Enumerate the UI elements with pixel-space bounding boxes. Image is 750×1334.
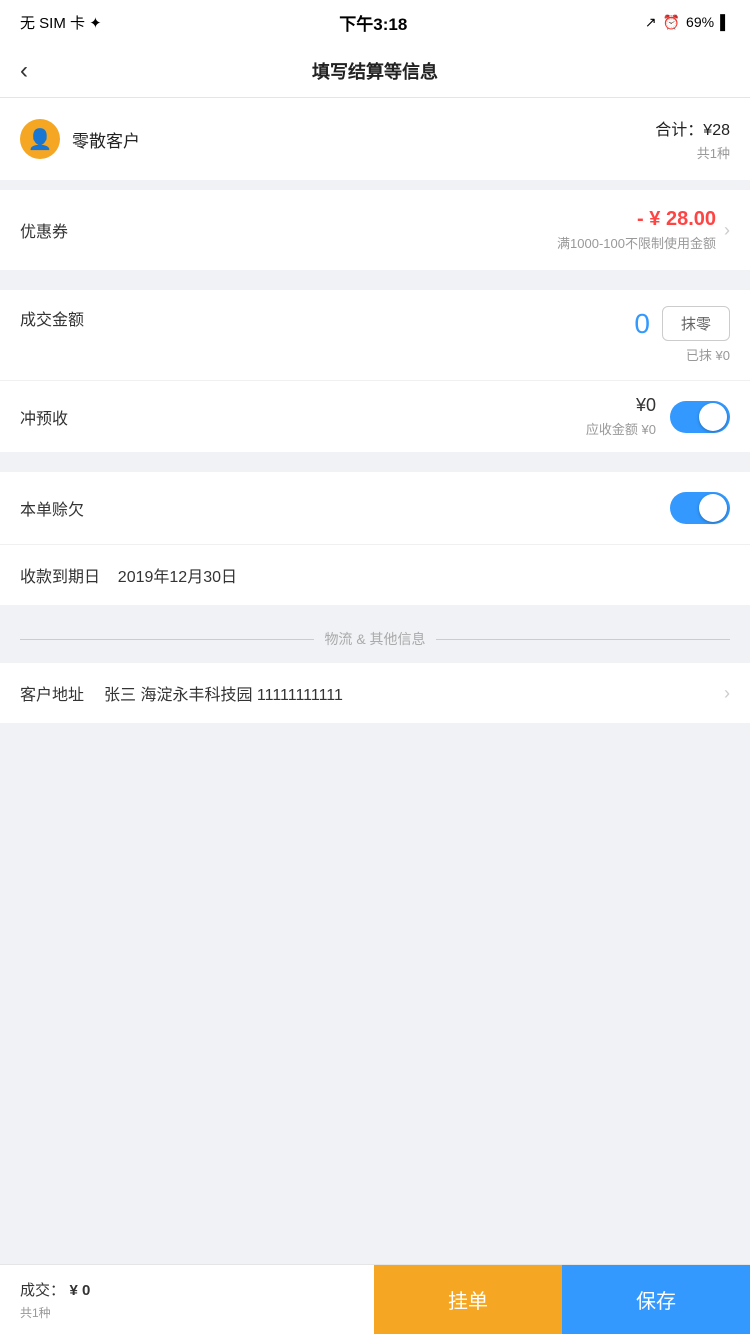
customer-avatar: 👤 [20, 119, 60, 159]
transaction-right: 0 抹零 已抹 ¥0 [634, 306, 730, 364]
coupon-chevron-icon: › [724, 220, 730, 241]
already-zero-text: 已抹 ¥0 [634, 345, 730, 364]
address-section[interactable]: 客户地址 张三 海淀永丰科技园 11111111111 › [0, 663, 750, 723]
bottom-deal-label: 成交： [20, 1282, 65, 1299]
nav-bar: ‹ 填写结算等信息 [0, 44, 750, 98]
transaction-row: 成交金额 0 抹零 已抹 ¥0 [0, 290, 750, 380]
hold-button[interactable]: 挂单 [374, 1265, 562, 1334]
due-date-title: 收款到期日 [20, 569, 100, 586]
logistics-header: 物流 & 其他信息 [0, 615, 750, 663]
transaction-section: 成交金额 0 抹零 已抹 ¥0 冲预收 ¥0 应收金额 ¥0 [0, 290, 750, 452]
page-title: 填写结算等信息 [312, 58, 438, 84]
divider-2 [0, 462, 750, 472]
bottom-spacer [0, 733, 750, 813]
back-button[interactable]: ‹ [20, 57, 28, 85]
debt-label: 本单赊欠 [20, 496, 84, 520]
prepay-label: 冲预收 [20, 405, 68, 429]
status-right: ↗ ⏰ 69% ▌ [645, 14, 730, 31]
bottom-deal-amount: ¥ 0 [69, 1282, 90, 1299]
bottom-info: 成交： ¥ 0 共1种 [0, 1279, 374, 1321]
transaction-label: 成交金额 [20, 306, 84, 330]
location-icon: ↗ [645, 14, 657, 31]
customer-info-left: 👤 零散客户 [20, 119, 140, 159]
address-label: 客户地址 [20, 681, 84, 705]
debt-toggle[interactable] [670, 492, 730, 524]
bottom-deal-row: 成交： ¥ 0 [20, 1279, 354, 1300]
prepay-row: 冲预收 ¥0 应收金额 ¥0 [0, 380, 750, 452]
status-time: 下午3:18 [339, 10, 407, 35]
coupon-text-block: - ¥ 28.00 满1000-100不限制使用金额 [557, 208, 716, 252]
alarm-icon: ⏰ [663, 14, 680, 31]
prepay-right: ¥0 应收金额 ¥0 [586, 395, 730, 438]
customer-name: 零散客户 [72, 127, 140, 152]
address-chevron-icon: › [724, 683, 730, 704]
coupon-section[interactable]: 优惠券 - ¥ 28.00 满1000-100不限制使用金额 › [0, 190, 750, 270]
avatar-icon: 👤 [28, 127, 53, 152]
sim-status: 无 SIM 卡 ✦ [20, 12, 102, 33]
prepay-values: ¥0 应收金额 ¥0 [586, 395, 656, 438]
prepay-toggle[interactable] [670, 401, 730, 433]
customer-section: 👤 零散客户 合计：¥28 共1种 [0, 98, 750, 180]
battery-icon: ▌ [720, 14, 730, 30]
battery-level: 69% [686, 14, 714, 30]
due-date-row: 收款到期日 2019年12月30日 [0, 544, 750, 605]
header-line-right [436, 639, 730, 640]
customer-row: 👤 零散客户 合计：¥28 共1种 [0, 98, 750, 180]
bottom-count: 共1种 [20, 1304, 354, 1321]
due-date-value: 2019年12月30日 [118, 569, 237, 586]
save-button[interactable]: 保存 [562, 1265, 750, 1334]
status-left: 无 SIM 卡 ✦ [20, 12, 102, 33]
prepay-sub: 应收金额 ¥0 [586, 419, 656, 438]
header-line-left [20, 639, 314, 640]
coupon-row[interactable]: 优惠券 - ¥ 28.00 满1000-100不限制使用金额 › [0, 190, 750, 270]
divider-1 [0, 280, 750, 290]
coupon-discount: - ¥ 28.00 [557, 208, 716, 231]
status-bar: 无 SIM 卡 ✦ 下午3:18 ↗ ⏰ 69% ▌ [0, 0, 750, 44]
transaction-value: 0 [634, 308, 650, 340]
debt-toggle-knob [699, 494, 727, 522]
address-value: 张三 海淀永丰科技园 11111111111 [104, 681, 704, 705]
logistics-label: 物流 & 其他信息 [324, 629, 425, 649]
bottom-bar: 成交： ¥ 0 共1种 挂单 保存 [0, 1264, 750, 1334]
customer-summary: 合计：¥28 共1种 [655, 116, 730, 162]
due-date-label: 收款到期日 2019年12月30日 [20, 569, 237, 586]
coupon-subtext: 满1000-100不限制使用金额 [557, 233, 716, 252]
debt-row: 本单赊欠 [0, 472, 750, 544]
customer-total: 合计：¥28 [655, 116, 730, 140]
roundoff-button[interactable]: 抹零 [662, 306, 730, 341]
debt-section: 本单赊欠 收款到期日 2019年12月30日 [0, 472, 750, 605]
coupon-right: - ¥ 28.00 满1000-100不限制使用金额 › [557, 208, 730, 252]
coupon-label: 优惠券 [20, 218, 68, 242]
address-row[interactable]: 客户地址 张三 海淀永丰科技园 11111111111 › [0, 663, 750, 723]
prepay-amount: ¥0 [586, 395, 656, 416]
customer-count: 共1种 [655, 143, 730, 162]
toggle-knob [699, 403, 727, 431]
